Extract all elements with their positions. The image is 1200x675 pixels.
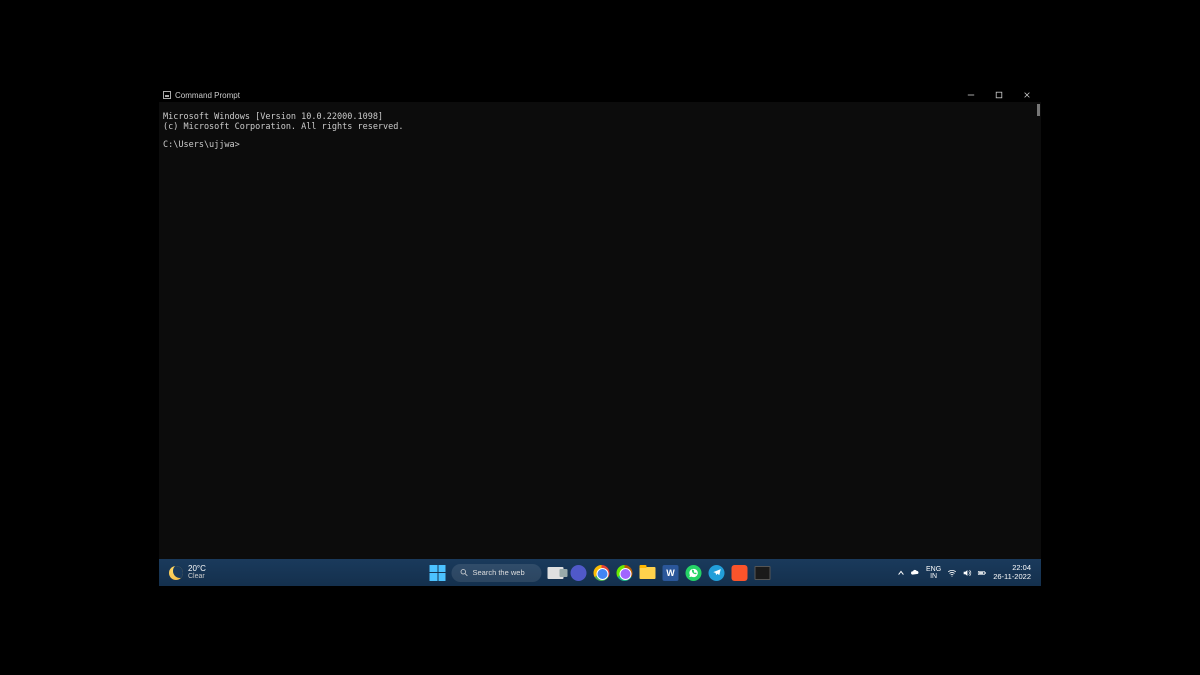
volume-icon[interactable] [962, 568, 972, 578]
clock[interactable]: 22:04 26-11-2022 [993, 564, 1031, 581]
battery-icon[interactable] [977, 568, 987, 578]
word-button[interactable]: W [662, 564, 680, 582]
close-button[interactable] [1013, 88, 1041, 102]
tray-overflow-icon[interactable] [897, 569, 905, 577]
minimize-button[interactable] [957, 88, 985, 102]
date: 26-11-2022 [993, 573, 1031, 581]
brave-button[interactable] [731, 564, 749, 582]
command-prompt-window: Command Prompt Microsoft Windows [Versio… [159, 88, 1041, 586]
telegram-icon [709, 565, 725, 581]
scrollbar-thumb[interactable] [1037, 104, 1040, 116]
chrome-button[interactable] [593, 564, 611, 582]
chrome-icon [594, 565, 610, 581]
taskbar: 20°C Clear Search the web W [159, 559, 1041, 586]
lang-code: ENG [926, 566, 941, 573]
whatsapp-button[interactable] [685, 564, 703, 582]
file-explorer-button[interactable] [639, 564, 657, 582]
window-title: Command Prompt [175, 91, 240, 100]
onedrive-icon[interactable] [910, 568, 920, 578]
telegram-button[interactable] [708, 564, 726, 582]
weather-widget[interactable]: 20°C Clear [159, 565, 206, 580]
maximize-button[interactable] [985, 88, 1013, 102]
lang-region: IN [926, 573, 941, 580]
whatsapp-icon [686, 565, 702, 581]
terminal-body[interactable]: Microsoft Windows [Version 10.0.22000.10… [159, 102, 1041, 586]
terminal-prompt: C:\Users\ujjwa> [163, 140, 240, 150]
language-indicator[interactable]: ENG IN [926, 566, 941, 580]
search-icon [460, 568, 469, 577]
cmd-titlebar-icon [163, 91, 171, 99]
search-button[interactable]: Search the web [452, 564, 542, 582]
start-button[interactable] [429, 564, 447, 582]
window-controls [957, 88, 1041, 102]
system-tray: ENG IN 22:04 26-11-2022 [897, 564, 1041, 581]
cmd-taskbar-button[interactable] [754, 564, 772, 582]
folder-icon [640, 567, 656, 579]
windows-logo-icon [430, 565, 446, 581]
titlebar[interactable]: Command Prompt [159, 88, 1041, 102]
taskview-icon [548, 567, 564, 579]
brave-icon [732, 565, 748, 581]
chat-button[interactable] [570, 564, 588, 582]
chrome-alt-icon [617, 565, 633, 581]
chrome-canary-button[interactable] [616, 564, 634, 582]
wifi-icon[interactable] [947, 568, 957, 578]
chat-icon [571, 565, 587, 581]
terminal-line: (c) Microsoft Corporation. All rights re… [163, 122, 404, 132]
task-view-button[interactable] [547, 564, 565, 582]
terminal-icon [755, 566, 771, 580]
weather-temp: 20°C [188, 565, 206, 573]
moon-icon [169, 566, 183, 580]
weather-condition: Clear [188, 573, 206, 580]
search-label: Search the web [473, 568, 525, 577]
taskbar-center: Search the web W [429, 564, 772, 582]
word-icon: W [663, 565, 679, 581]
